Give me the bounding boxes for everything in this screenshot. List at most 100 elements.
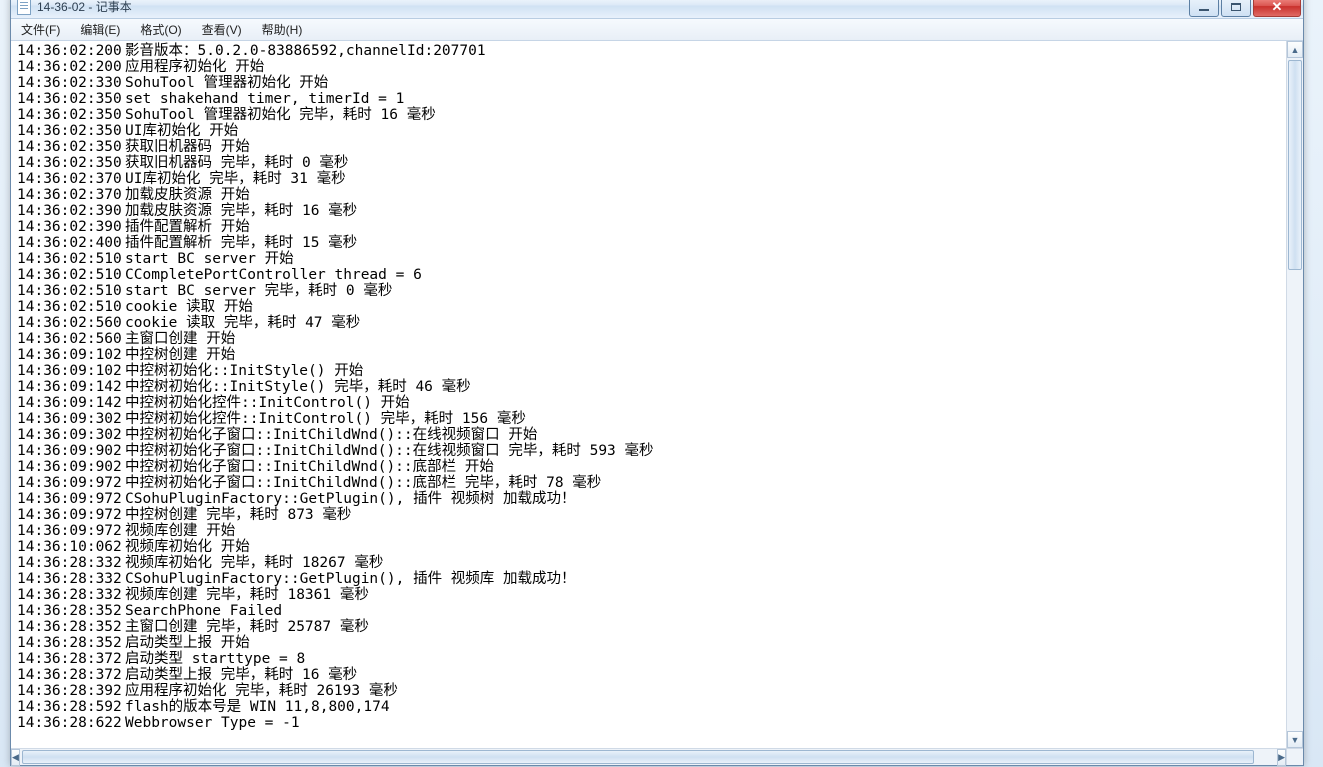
horizontal-scrollbar-row: ◀ ▶ [11, 748, 1303, 765]
log-line: 14:36:02:350获取旧机器码 完毕，耗时 0 毫秒 [17, 155, 1282, 171]
log-timestamp: 14:36:10:062 [17, 539, 125, 555]
vertical-scrollbar[interactable]: ▲ ▼ [1286, 41, 1303, 748]
log-timestamp: 14:36:28:392 [17, 683, 125, 699]
log-message: 视频库创建 开始 [125, 523, 1282, 539]
scroll-right-button[interactable]: ▶ [1277, 749, 1286, 766]
log-message: 中控树初始化子窗口::InitChildWnd()::底部栏 开始 [125, 459, 1282, 475]
log-message: 中控树创建 完毕，耗时 873 毫秒 [125, 507, 1282, 523]
log-message: 中控树初始化控件::InitControl() 开始 [125, 395, 1282, 411]
window-buttons: ✕ [1187, 0, 1301, 17]
log-timestamp: 14:36:09:142 [17, 395, 125, 411]
log-line: 14:36:02:370UI库初始化 完毕，耗时 31 毫秒 [17, 171, 1282, 187]
log-line: 14:36:02:400插件配置解析 完毕，耗时 15 毫秒 [17, 235, 1282, 251]
log-timestamp: 14:36:09:972 [17, 523, 125, 539]
log-line: 14:36:02:390插件配置解析 开始 [17, 219, 1282, 235]
log-line: 14:36:02:200应用程序初始化 开始 [17, 59, 1282, 75]
log-line: 14:36:28:352主窗口创建 完毕，耗时 25787 毫秒 [17, 619, 1282, 635]
log-message: SearchPhone Failed [125, 603, 1282, 619]
log-line: 14:36:02:200影音版本：5.0.2.0-83886592,channe… [17, 43, 1282, 59]
log-timestamp: 14:36:02:330 [17, 75, 125, 91]
log-timestamp: 14:36:28:372 [17, 651, 125, 667]
log-timestamp: 14:36:28:622 [17, 715, 125, 731]
minimize-icon [1199, 9, 1209, 11]
log-line: 14:36:02:370加载皮肤资源 开始 [17, 187, 1282, 203]
log-timestamp: 14:36:02:510 [17, 299, 125, 315]
log-timestamp: 14:36:02:370 [17, 171, 125, 187]
log-line: 14:36:28:332视频库初始化 完毕，耗时 18267 毫秒 [17, 555, 1282, 571]
log-line: 14:36:28:372启动类型上报 完毕，耗时 16 毫秒 [17, 667, 1282, 683]
log-timestamp: 14:36:02:510 [17, 283, 125, 299]
menu-edit[interactable]: 编辑(E) [70, 19, 130, 40]
scroll-down-button[interactable]: ▼ [1287, 731, 1303, 748]
maximize-button[interactable] [1221, 0, 1251, 17]
menu-file[interactable]: 文件(F) [11, 19, 70, 40]
close-button[interactable]: ✕ [1253, 0, 1301, 17]
menu-format[interactable]: 格式(O) [130, 19, 191, 40]
log-line: 14:36:28:332视频库创建 完毕，耗时 18361 毫秒 [17, 587, 1282, 603]
hscroll-track[interactable] [20, 749, 1277, 765]
log-message: 加载皮肤资源 开始 [125, 187, 1282, 203]
log-timestamp: 14:36:02:350 [17, 123, 125, 139]
log-timestamp: 14:36:09:902 [17, 443, 125, 459]
menu-view[interactable]: 查看(V) [192, 19, 252, 40]
log-message: 视频库初始化 完毕，耗时 18267 毫秒 [125, 555, 1282, 571]
log-message: 加载皮肤资源 完毕，耗时 16 毫秒 [125, 203, 1282, 219]
log-line: 14:36:28:352SearchPhone Failed [17, 603, 1282, 619]
log-line: 14:36:28:622Webbrowser Type = -1 [17, 715, 1282, 731]
log-message: flash的版本号是 WIN 11,8,800,174 [125, 699, 1282, 715]
minimize-button[interactable] [1189, 0, 1219, 17]
scroll-up-button[interactable]: ▲ [1287, 41, 1303, 58]
log-message: 中控树初始化子窗口::InitChildWnd()::在线视频窗口 完毕，耗时 … [125, 443, 1282, 459]
log-message: Webbrowser Type = -1 [125, 715, 1282, 731]
log-line: 14:36:09:972CSohuPluginFactory::GetPlugi… [17, 491, 1282, 507]
menu-help[interactable]: 帮助(H) [252, 19, 313, 40]
log-line: 14:36:09:972视频库创建 开始 [17, 523, 1282, 539]
hscroll-thumb[interactable] [22, 750, 1254, 764]
log-message: CSohuPluginFactory::GetPlugin(), 插件 视频树 … [125, 491, 1282, 507]
scroll-left-button[interactable]: ◀ [11, 749, 20, 766]
text-area[interactable]: 14:36:02:200影音版本：5.0.2.0-83886592,channe… [11, 41, 1286, 748]
log-line: 14:36:02:510start BC server 开始 [17, 251, 1282, 267]
log-message: 中控树初始化::InitStyle() 完毕，耗时 46 毫秒 [125, 379, 1282, 395]
log-timestamp: 14:36:28:332 [17, 555, 125, 571]
log-timestamp: 14:36:02:200 [17, 59, 125, 75]
titlebar[interactable]: 14-36-02 - 记事本 ✕ [11, 0, 1303, 19]
log-message: 视频库初始化 开始 [125, 539, 1282, 555]
notepad-window: 14-36-02 - 记事本 ✕ 文件(F) 编辑(E) 格式(O) 查看(V)… [10, 0, 1304, 766]
log-timestamp: 14:36:02:560 [17, 315, 125, 331]
log-message: 应用程序初始化 开始 [125, 59, 1282, 75]
vscroll-thumb[interactable] [1288, 60, 1302, 270]
log-line: 14:36:09:102中控树创建 开始 [17, 347, 1282, 363]
log-line: 14:36:09:142中控树初始化::InitStyle() 完毕，耗时 46… [17, 379, 1282, 395]
log-timestamp: 14:36:02:510 [17, 267, 125, 283]
log-message: 主窗口创建 开始 [125, 331, 1282, 347]
log-message: 中控树初始化子窗口::InitChildWnd()::底部栏 完毕，耗时 78 … [125, 475, 1282, 491]
log-timestamp: 14:36:02:390 [17, 203, 125, 219]
maximize-icon [1231, 3, 1241, 11]
log-timestamp: 14:36:02:510 [17, 251, 125, 267]
log-timestamp: 14:36:09:302 [17, 411, 125, 427]
vscroll-track[interactable] [1287, 58, 1303, 731]
horizontal-scrollbar[interactable]: ◀ ▶ [11, 749, 1286, 765]
log-line: 14:36:28:352启动类型上报 开始 [17, 635, 1282, 651]
log-message: 视频库创建 完毕，耗时 18361 毫秒 [125, 587, 1282, 603]
log-timestamp: 14:36:28:352 [17, 635, 125, 651]
log-timestamp: 14:36:02:390 [17, 219, 125, 235]
log-message: cookie 读取 开始 [125, 299, 1282, 315]
log-timestamp: 14:36:09:142 [17, 379, 125, 395]
client-area: 14:36:02:200影音版本：5.0.2.0-83886592,channe… [11, 41, 1303, 748]
log-timestamp: 14:36:02:200 [17, 43, 125, 59]
log-line: 14:36:02:350UI库初始化 开始 [17, 123, 1282, 139]
log-line: 14:36:02:390加载皮肤资源 完毕，耗时 16 毫秒 [17, 203, 1282, 219]
log-timestamp: 14:36:02:350 [17, 139, 125, 155]
log-line: 14:36:02:350获取旧机器码 开始 [17, 139, 1282, 155]
log-line: 14:36:28:332CSohuPluginFactory::GetPlugi… [17, 571, 1282, 587]
log-timestamp: 14:36:28:352 [17, 603, 125, 619]
log-timestamp: 14:36:02:400 [17, 235, 125, 251]
log-message: start BC server 开始 [125, 251, 1282, 267]
close-icon: ✕ [1272, 0, 1283, 13]
scrollbar-corner [1286, 749, 1303, 765]
log-message: 获取旧机器码 完毕，耗时 0 毫秒 [125, 155, 1282, 171]
log-message: 启动类型上报 开始 [125, 635, 1282, 651]
chevron-down-icon: ▼ [1291, 735, 1300, 745]
